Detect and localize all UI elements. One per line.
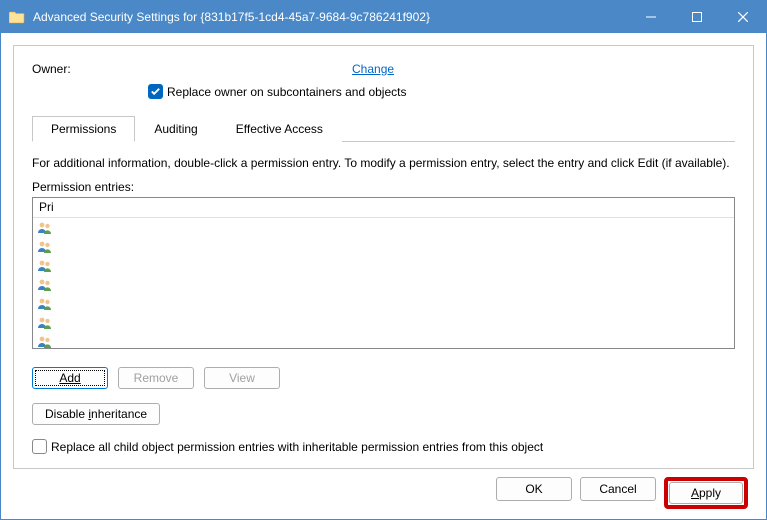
view-button: View xyxy=(204,367,280,389)
users-icon xyxy=(37,315,53,331)
table-row[interactable] xyxy=(33,275,734,294)
tab-effective-access[interactable]: Effective Access xyxy=(217,116,342,142)
replace-owner-checkbox[interactable] xyxy=(148,84,163,99)
dialog-footer-buttons: OK Cancel Apply xyxy=(13,469,754,509)
replace-child-checkbox[interactable] xyxy=(32,439,47,454)
table-row[interactable] xyxy=(33,237,734,256)
replace-child-label: Replace all child object permission entr… xyxy=(51,440,543,454)
users-icon xyxy=(37,334,53,349)
users-icon xyxy=(37,220,53,236)
table-row[interactable] xyxy=(33,218,734,237)
disable-inheritance-row: Disable inheritance xyxy=(32,403,735,425)
permission-entries-list[interactable]: Pri xyxy=(32,197,735,349)
disable-inheritance-button[interactable]: Disable inheritance xyxy=(32,403,160,425)
info-text: For additional information, double-click… xyxy=(32,156,735,170)
permission-rows[interactable] xyxy=(33,218,734,348)
remove-button: Remove xyxy=(118,367,194,389)
advanced-security-window: Advanced Security Settings for {831b17f5… xyxy=(0,0,767,520)
apply-button[interactable]: Apply xyxy=(669,482,743,504)
table-row[interactable] xyxy=(33,332,734,348)
tab-permissions[interactable]: Permissions xyxy=(32,116,135,142)
users-icon xyxy=(37,258,53,274)
close-button[interactable] xyxy=(720,1,766,33)
content-outer: Owner: Change Replace owner on subcontai… xyxy=(1,33,766,519)
replace-child-row: Replace all child object permission entr… xyxy=(32,439,735,454)
permission-buttons-row: Add Remove View xyxy=(32,367,735,389)
users-icon xyxy=(37,296,53,312)
owner-label: Owner: xyxy=(32,62,352,76)
tab-auditing[interactable]: Auditing xyxy=(135,116,216,142)
replace-owner-row: Replace owner on subcontainers and objec… xyxy=(148,84,735,99)
change-owner-link[interactable]: Change xyxy=(352,62,394,76)
content-panel: Owner: Change Replace owner on subcontai… xyxy=(13,45,754,469)
replace-owner-label: Replace owner on subcontainers and objec… xyxy=(167,85,406,99)
maximize-button[interactable] xyxy=(674,1,720,33)
permission-entries-label: Permission entries: xyxy=(32,180,735,194)
window-controls xyxy=(628,1,766,33)
users-icon xyxy=(37,277,53,293)
window-title: Advanced Security Settings for {831b17f5… xyxy=(33,10,628,24)
users-icon xyxy=(37,239,53,255)
ok-button[interactable]: OK xyxy=(496,477,572,501)
owner-row: Owner: Change xyxy=(32,62,735,76)
tabs: Permissions Auditing Effective Access xyxy=(32,115,735,142)
table-row[interactable] xyxy=(33,256,734,275)
titlebar: Advanced Security Settings for {831b17f5… xyxy=(1,1,766,33)
add-button[interactable]: Add xyxy=(32,367,108,389)
minimize-button[interactable] xyxy=(628,1,674,33)
table-row[interactable] xyxy=(33,313,734,332)
folder-icon xyxy=(9,9,25,25)
permission-column-header[interactable]: Pri xyxy=(33,198,734,218)
cancel-button[interactable]: Cancel xyxy=(580,477,656,501)
apply-highlight: Apply xyxy=(664,477,748,509)
table-row[interactable] xyxy=(33,294,734,313)
